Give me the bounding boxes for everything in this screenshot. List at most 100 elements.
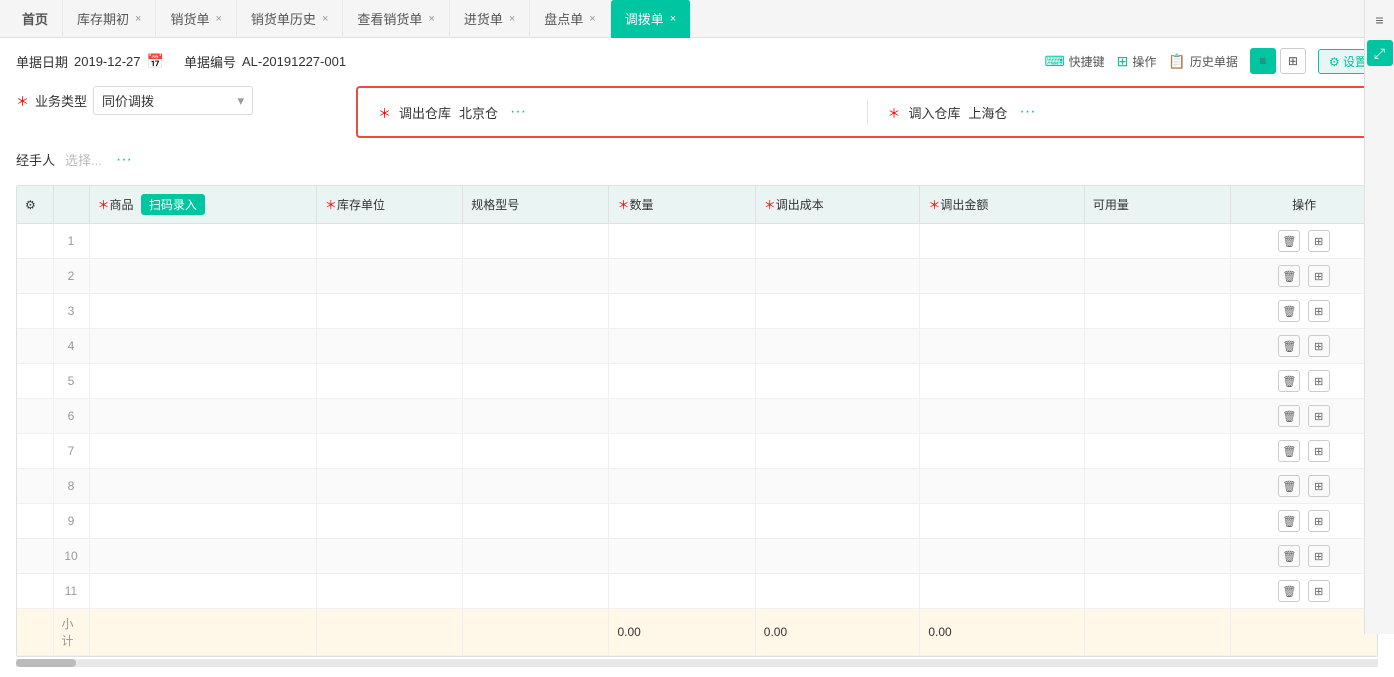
delete-button-5[interactable]: 🗑 xyxy=(1278,405,1300,427)
copy-button-3[interactable]: ⊞ xyxy=(1308,335,1330,357)
cell-amount-3[interactable] xyxy=(920,329,1085,364)
copy-button-9[interactable]: ⊞ xyxy=(1308,545,1330,567)
sidebar-list-icon[interactable]: ≡ xyxy=(1368,8,1392,32)
tab-view-sales-close[interactable]: × xyxy=(428,13,434,25)
cell-amount-0[interactable] xyxy=(920,224,1085,259)
transfer-out-more-button[interactable]: ··· xyxy=(506,103,530,121)
scrollbar-thumb[interactable] xyxy=(16,659,76,667)
delete-button-1[interactable]: 🗑 xyxy=(1278,265,1300,287)
cell-amount-10[interactable] xyxy=(920,574,1085,609)
copy-button-8[interactable]: ⊞ xyxy=(1308,510,1330,532)
copy-button-0[interactable]: ⊞ xyxy=(1308,230,1330,252)
cell-avail-9[interactable] xyxy=(1084,539,1230,574)
cell-cost-1[interactable] xyxy=(755,259,920,294)
tab-sales-order-close[interactable]: × xyxy=(215,13,221,25)
cell-unit-2[interactable] xyxy=(316,294,462,329)
delete-button-7[interactable]: 🗑 xyxy=(1278,475,1300,497)
cell-amount-9[interactable] xyxy=(920,539,1085,574)
person-select[interactable]: 选择... xyxy=(65,150,102,169)
cell-amount-1[interactable] xyxy=(920,259,1085,294)
th-settings[interactable]: ⚙ xyxy=(17,186,53,224)
cell-cost-6[interactable] xyxy=(755,434,920,469)
cell-amount-4[interactable] xyxy=(920,364,1085,399)
cell-spec-7[interactable] xyxy=(463,469,609,504)
cell-unit-0[interactable] xyxy=(316,224,462,259)
cell-qty-7[interactable] xyxy=(609,469,755,504)
cell-cost-9[interactable] xyxy=(755,539,920,574)
cell-avail-8[interactable] xyxy=(1084,504,1230,539)
cell-cost-7[interactable] xyxy=(755,469,920,504)
cell-spec-8[interactable] xyxy=(463,504,609,539)
copy-button-1[interactable]: ⊞ xyxy=(1308,265,1330,287)
cell-cost-10[interactable] xyxy=(755,574,920,609)
cell-avail-2[interactable] xyxy=(1084,294,1230,329)
cell-goods-8[interactable] xyxy=(89,504,316,539)
cell-spec-9[interactable] xyxy=(463,539,609,574)
list-view-button[interactable]: ≡ xyxy=(1250,48,1276,74)
cell-goods-0[interactable] xyxy=(89,224,316,259)
grid-view-button[interactable]: ⊞ xyxy=(1280,48,1306,74)
cell-avail-10[interactable] xyxy=(1084,574,1230,609)
cell-qty-1[interactable] xyxy=(609,259,755,294)
cell-goods-1[interactable] xyxy=(89,259,316,294)
cell-qty-5[interactable] xyxy=(609,399,755,434)
cell-qty-6[interactable] xyxy=(609,434,755,469)
cell-spec-3[interactable] xyxy=(463,329,609,364)
cell-qty-8[interactable] xyxy=(609,504,755,539)
cell-spec-10[interactable] xyxy=(463,574,609,609)
cell-amount-2[interactable] xyxy=(920,294,1085,329)
tab-sales-order[interactable]: 销货单 × xyxy=(156,0,236,38)
cell-spec-5[interactable] xyxy=(463,399,609,434)
cell-cost-5[interactable] xyxy=(755,399,920,434)
cell-unit-7[interactable] xyxy=(316,469,462,504)
transfer-in-more-button[interactable]: ··· xyxy=(1016,103,1040,121)
cell-goods-4[interactable] xyxy=(89,364,316,399)
tab-sales-history[interactable]: 销货单历史 × xyxy=(237,0,343,38)
cell-qty-0[interactable] xyxy=(609,224,755,259)
copy-button-4[interactable]: ⊞ xyxy=(1308,370,1330,392)
cell-avail-3[interactable] xyxy=(1084,329,1230,364)
shortcut-button[interactable]: ⌨ 快捷键 xyxy=(1044,53,1104,70)
cell-cost-4[interactable] xyxy=(755,364,920,399)
cell-qty-10[interactable] xyxy=(609,574,755,609)
calendar-icon[interactable]: 📅 xyxy=(147,53,164,70)
cell-goods-5[interactable] xyxy=(89,399,316,434)
delete-button-8[interactable]: 🗑 xyxy=(1278,510,1300,532)
copy-button-7[interactable]: ⊞ xyxy=(1308,475,1330,497)
cell-unit-9[interactable] xyxy=(316,539,462,574)
cell-goods-3[interactable] xyxy=(89,329,316,364)
tab-transfer-order-close[interactable]: × xyxy=(670,13,676,25)
person-more-button[interactable]: ··· xyxy=(112,151,136,169)
cell-spec-0[interactable] xyxy=(463,224,609,259)
cell-spec-2[interactable] xyxy=(463,294,609,329)
tab-inventory-init-close[interactable]: × xyxy=(135,13,141,25)
cell-qty-3[interactable] xyxy=(609,329,755,364)
cell-avail-6[interactable] xyxy=(1084,434,1230,469)
cell-cost-2[interactable] xyxy=(755,294,920,329)
cell-qty-2[interactable] xyxy=(609,294,755,329)
delete-button-9[interactable]: 🗑 xyxy=(1278,545,1300,567)
copy-button-6[interactable]: ⊞ xyxy=(1308,440,1330,462)
cell-goods-2[interactable] xyxy=(89,294,316,329)
cell-unit-10[interactable] xyxy=(316,574,462,609)
cell-amount-6[interactable] xyxy=(920,434,1085,469)
cell-cost-0[interactable] xyxy=(755,224,920,259)
cell-unit-8[interactable] xyxy=(316,504,462,539)
cell-amount-5[interactable] xyxy=(920,399,1085,434)
tab-home[interactable]: 首页 xyxy=(8,0,63,38)
cell-unit-1[interactable] xyxy=(316,259,462,294)
delete-button-10[interactable]: 🗑 xyxy=(1278,580,1300,602)
cell-avail-5[interactable] xyxy=(1084,399,1230,434)
cell-unit-5[interactable] xyxy=(316,399,462,434)
delete-button-0[interactable]: 🗑 xyxy=(1278,230,1300,252)
cell-amount-7[interactable] xyxy=(920,469,1085,504)
cell-goods-9[interactable] xyxy=(89,539,316,574)
scan-input-button[interactable]: 扫码录入 xyxy=(141,194,205,215)
tab-purchase-order-close[interactable]: × xyxy=(509,13,515,25)
cell-spec-1[interactable] xyxy=(463,259,609,294)
cell-avail-7[interactable] xyxy=(1084,469,1230,504)
cell-avail-1[interactable] xyxy=(1084,259,1230,294)
copy-button-2[interactable]: ⊞ xyxy=(1308,300,1330,322)
cell-unit-3[interactable] xyxy=(316,329,462,364)
cell-spec-4[interactable] xyxy=(463,364,609,399)
